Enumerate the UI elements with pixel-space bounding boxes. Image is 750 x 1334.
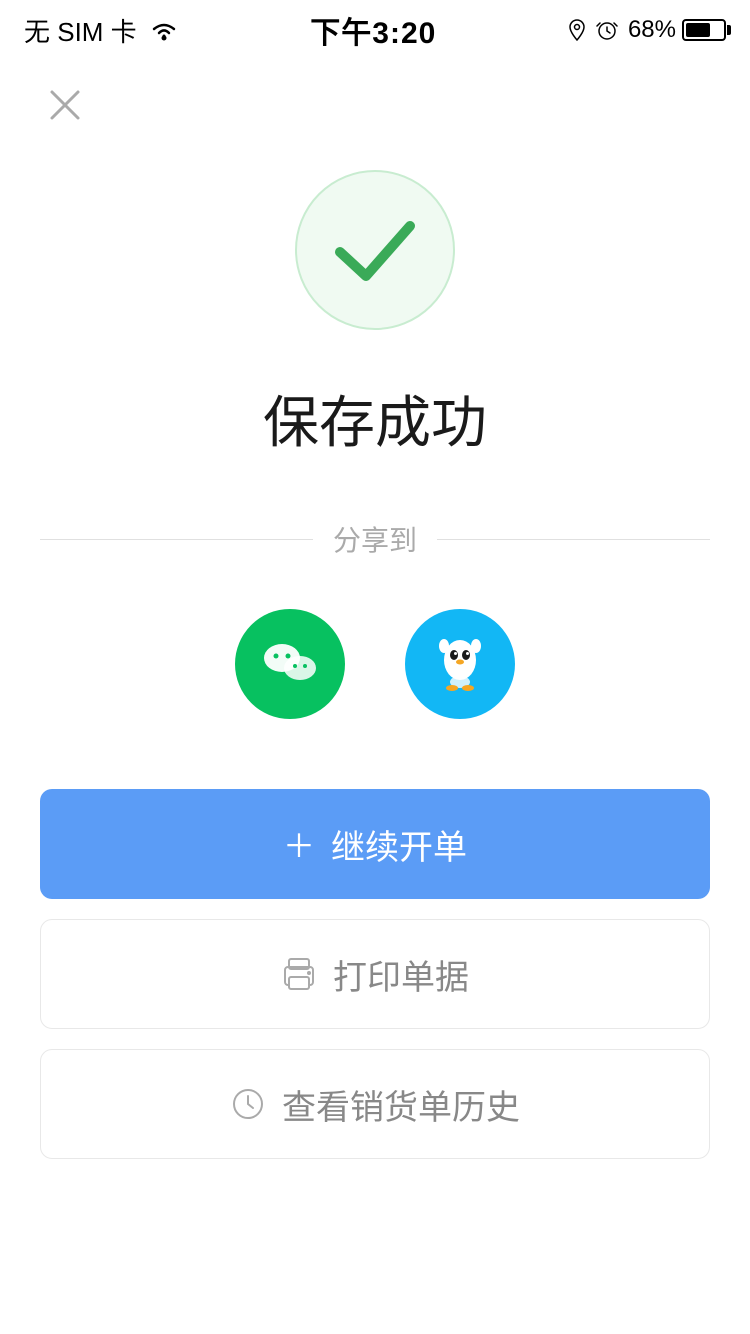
close-icon (48, 88, 82, 122)
carrier-label: 无 SIM 卡 (24, 12, 137, 49)
plus-icon: ＋ (283, 821, 315, 867)
continue-button[interactable]: ＋ 继续开单 (40, 789, 710, 899)
close-button[interactable] (40, 80, 90, 130)
share-label: 分享到 (333, 519, 417, 559)
divider-left (40, 539, 313, 540)
print-icon (281, 957, 317, 991)
share-qq-button[interactable] (405, 609, 515, 719)
share-wechat-button[interactable] (235, 609, 345, 719)
history-button[interactable]: 查看销货单历史 (40, 1049, 710, 1159)
status-time: 下午3:20 (310, 8, 436, 52)
divider-right (437, 539, 710, 540)
battery-container: 68% (628, 16, 726, 44)
history-icon (230, 1086, 266, 1122)
status-right: 68% (568, 16, 726, 44)
battery-percent: 68% (628, 16, 676, 44)
share-icons (235, 609, 515, 719)
battery-icon (682, 19, 726, 41)
action-buttons: ＋ 继续开单 打印单据 查看销货单历史 (40, 789, 710, 1159)
share-divider: 分享到 (40, 519, 710, 559)
success-circle (295, 170, 455, 330)
continue-label: 继续开单 (331, 820, 467, 869)
success-title: 保存成功 (263, 378, 487, 459)
qq-icon (428, 632, 492, 696)
close-btn-area (0, 60, 750, 150)
battery-fill (686, 23, 710, 37)
status-left: 无 SIM 卡 (24, 12, 179, 49)
wechat-icon (258, 636, 322, 692)
wifi-icon (149, 19, 179, 41)
print-label: 打印单据 (333, 950, 469, 999)
history-label: 查看销货单历史 (282, 1080, 520, 1129)
status-bar: 无 SIM 卡 下午3:20 68% (0, 0, 750, 60)
main-content: 保存成功 分享到 (0, 150, 750, 1334)
alarm-icon (596, 19, 618, 41)
print-button[interactable]: 打印单据 (40, 919, 710, 1029)
location-icon (568, 19, 586, 41)
checkmark-icon (330, 210, 420, 290)
